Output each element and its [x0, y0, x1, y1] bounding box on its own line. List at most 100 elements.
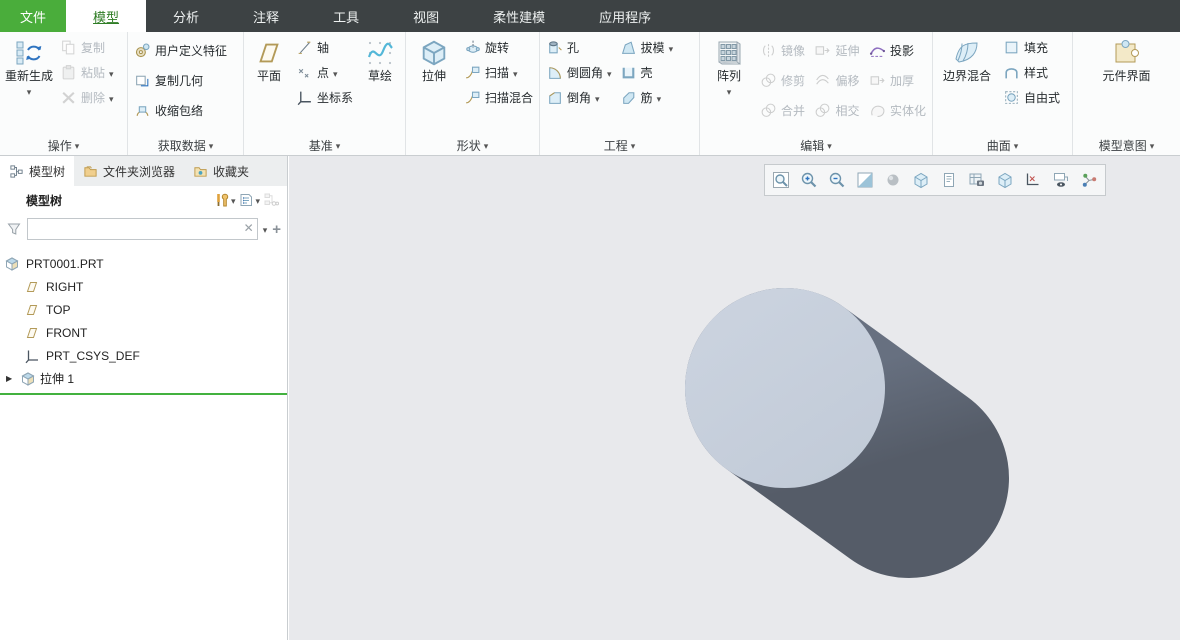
group-label-surfaces[interactable]: 曲面 — [933, 135, 1072, 155]
annotation-display-button[interactable] — [1048, 167, 1074, 193]
filter-dropdown[interactable] — [263, 222, 268, 236]
tab-model-tree[interactable]: 模型树 — [0, 156, 75, 186]
refit-button[interactable] — [768, 167, 794, 193]
revolve-button[interactable]: 旋转 — [461, 35, 536, 60]
intersect-button[interactable]: 相交 — [811, 95, 866, 125]
style-button[interactable]: 样式 — [1000, 60, 1063, 85]
tree-settings-button[interactable] — [238, 192, 260, 208]
mirror-button[interactable]: 镜像 — [757, 35, 811, 65]
extrude-icon — [419, 38, 449, 68]
chamfer-button[interactable]: 倒角 — [543, 85, 615, 110]
tree-item-front-plane[interactable]: FRONT — [0, 321, 287, 344]
expand-arrow-icon[interactable] — [6, 374, 16, 383]
copy-geometry-button[interactable]: 复制几何 — [131, 65, 230, 95]
refit-icon — [772, 171, 790, 189]
shrinkwrap-button[interactable]: 收缩包络 — [131, 95, 230, 125]
zoom-in-button[interactable] — [796, 167, 822, 193]
shell-button[interactable]: 壳 — [617, 60, 677, 85]
revolve-icon — [464, 39, 481, 56]
offset-button[interactable]: 偏移 — [811, 65, 866, 95]
tab-folder-browser[interactable]: 文件夹浏览器 — [74, 156, 184, 186]
group-label-editing[interactable]: 编辑 — [700, 135, 932, 155]
boundary-blend-button[interactable]: 边界混合 — [936, 35, 998, 135]
pattern-button[interactable]: 阵列 — [703, 35, 755, 135]
pattern-dropdown[interactable] — [727, 85, 732, 98]
sweep-button[interactable]: 扫描 — [461, 60, 536, 85]
delete-button[interactable]: 删除 — [57, 85, 117, 110]
csys-icon — [24, 348, 40, 364]
tree-tools-button[interactable] — [214, 192, 236, 208]
part-icon — [4, 256, 20, 272]
hole-button[interactable]: 孔 — [543, 35, 615, 60]
shading-style-button[interactable] — [880, 167, 906, 193]
project-icon — [869, 42, 886, 59]
menu-tab-view[interactable]: 视图 — [386, 0, 466, 32]
cylinder-model[interactable] — [289, 156, 1180, 640]
component-interface-button[interactable]: 元件界面 — [1091, 35, 1163, 135]
group-label-engineering[interactable]: 工程 — [540, 135, 699, 155]
group-label-shapes[interactable]: 形状 — [406, 135, 539, 155]
graphics-viewport[interactable] — [289, 156, 1180, 640]
scene-display-button[interactable] — [992, 167, 1018, 193]
group-label-get-data[interactable]: 获取数据 — [128, 135, 243, 155]
draft-button[interactable]: 拔模 — [617, 35, 677, 60]
extrude-button[interactable]: 拉伸 — [409, 35, 459, 135]
regenerate-dropdown[interactable] — [27, 85, 32, 98]
tree-item-part[interactable]: PRT0001.PRT — [0, 252, 287, 275]
tree-relations-button[interactable] — [263, 192, 279, 208]
sketch-button[interactable]: 草绘 — [358, 35, 402, 135]
menu-tab-flexible-modeling[interactable]: 柔性建模 — [466, 0, 572, 32]
zoom-out-button[interactable] — [824, 167, 850, 193]
tree-item-right-plane[interactable]: RIGHT — [0, 275, 287, 298]
solidify-button[interactable]: 实体化 — [866, 95, 929, 125]
insert-here-indicator[interactable] — [0, 393, 287, 395]
round-button[interactable]: 倒圆角 — [543, 60, 615, 85]
spin-center-button[interactable] — [1076, 167, 1102, 193]
menu-tab-model[interactable]: 模型 — [66, 0, 147, 32]
menu-tab-analysis[interactable]: 分析 — [146, 0, 226, 32]
group-label-model-intent[interactable]: 模型意图 — [1073, 135, 1180, 155]
tree-item-extrude[interactable]: 拉伸 1 — [0, 367, 287, 390]
navigator-panel: 模型树 文件夹浏览器 收藏夹 模型树 PRT0001.PRT — [0, 156, 288, 640]
freestyle-button[interactable]: 自由式 — [1000, 85, 1063, 110]
extend-button[interactable]: 延伸 — [811, 35, 866, 65]
merge-button[interactable]: 合并 — [757, 95, 811, 125]
menu-tab-annotate[interactable]: 注释 — [226, 0, 306, 32]
tab-favorites[interactable]: 收藏夹 — [184, 156, 258, 186]
repaint-icon — [856, 171, 874, 189]
scene-cube-icon — [996, 171, 1014, 189]
menu-tab-file[interactable]: 文件 — [0, 0, 67, 32]
group-label-operations[interactable]: 操作 — [0, 135, 127, 155]
paste-button[interactable]: 粘贴 — [57, 60, 117, 85]
swept-blend-button[interactable]: 扫描混合 — [461, 85, 536, 110]
group-label-datum[interactable]: 基准 — [244, 135, 405, 155]
trim-button[interactable]: 修剪 — [757, 65, 811, 95]
draft-icon — [620, 39, 637, 56]
view-manager-button[interactable] — [964, 167, 990, 193]
add-filter-icon[interactable] — [272, 221, 281, 238]
clear-icon[interactable] — [244, 221, 254, 235]
csys-button[interactable]: 坐标系 — [293, 85, 356, 110]
menu-tab-tools[interactable]: 工具 — [306, 0, 386, 32]
axis-button[interactable]: 轴 — [293, 35, 356, 60]
datum-plane-icon — [24, 302, 40, 318]
thicken-button[interactable]: 加厚 — [866, 65, 929, 95]
udf-button[interactable]: 用户定义特征 — [131, 35, 230, 65]
project-button[interactable]: 投影 — [866, 35, 929, 65]
copy-button[interactable]: 复制 — [57, 35, 117, 60]
menu-tab-applications[interactable]: 应用程序 — [572, 0, 678, 32]
point-button[interactable]: 点 — [293, 60, 356, 85]
display-style-button[interactable] — [908, 167, 934, 193]
tree-filter-input[interactable] — [27, 218, 258, 240]
copy-icon — [60, 39, 77, 56]
tree-item-csys[interactable]: PRT_CSYS_DEF — [0, 344, 287, 367]
plane-button[interactable]: 平面 — [247, 35, 291, 135]
rib-button[interactable]: 筋 — [617, 85, 677, 110]
fill-button[interactable]: 填充 — [1000, 35, 1063, 60]
tree-item-top-plane[interactable]: TOP — [0, 298, 287, 321]
regenerate-button[interactable]: 重新生成 — [3, 35, 55, 135]
repaint-button[interactable] — [852, 167, 878, 193]
datum-display-button[interactable] — [1020, 167, 1046, 193]
saved-orientations-button[interactable] — [936, 167, 962, 193]
favorites-folder-icon — [193, 164, 208, 179]
